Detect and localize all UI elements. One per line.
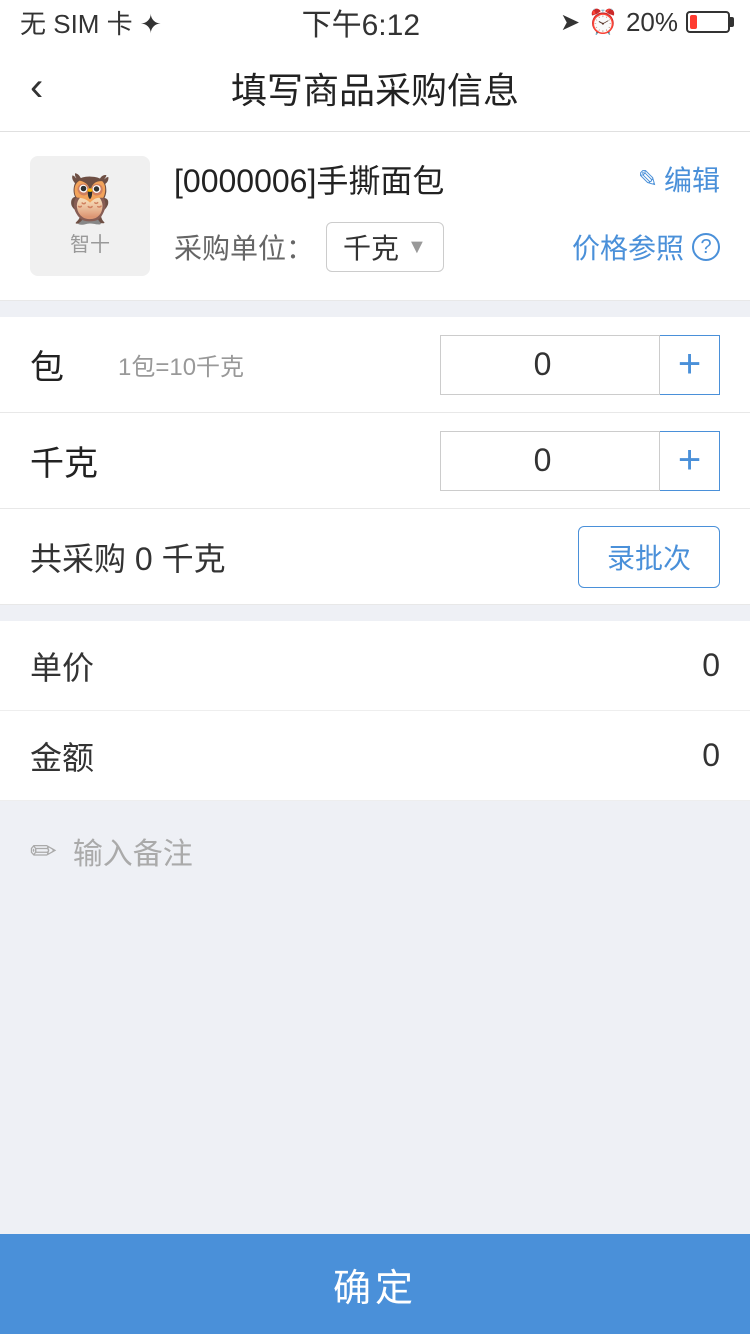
page-title: 填写商品采购信息 [231,62,519,114]
confirm-button[interactable]: 确定 [0,1234,750,1334]
bag-input-control: + [440,335,720,395]
notes-section[interactable]: ✏ 输入备注 [0,801,750,901]
product-card: 🦉 智十 [0000006]手撕面包 ✎ 编辑 采购单位： 千克 ▼ [0,132,750,301]
unit-label: 采购单位： [174,227,314,267]
edit-icon: ✎ [638,165,658,194]
section-divider-1 [0,301,750,317]
unit-price-label: 单价 [30,643,702,689]
notes-placeholder: 输入备注 [73,829,193,873]
unit-price-value: 0 [702,647,720,684]
status-right: ➤ ⏰ 20% [560,7,730,38]
bag-sublabel: 1包=10千克 [118,347,244,382]
page-wrapper: 无 SIM 卡 ✦ 下午6:12 ➤ ⏰ 20% ‹ 填写商品采购信息 🦉 智十… [0,0,750,1334]
kg-input-control: + [440,431,720,491]
status-time: 下午6:12 [302,0,420,44]
input-section: 包 1包=10千克 + 千克 + [0,317,750,509]
summary-row: 共采购 0 千克 录批次 [0,509,750,605]
bag-input-row: 包 1包=10千克 + [0,317,750,413]
product-info: [0000006]手撕面包 ✎ 编辑 采购单位： 千克 ▼ 价格参照 ? [174,156,720,272]
edit-button[interactable]: ✎ 编辑 [638,159,720,199]
pencil-icon: ✏ [30,832,57,870]
kg-label: 千克 [30,436,110,485]
empty-space [0,901,750,1234]
price-ref-button[interactable]: 价格参照 ? [572,227,720,267]
amount-label: 金额 [30,733,702,779]
unit-price-row: 单价 0 [0,621,750,711]
owl-icon: 🦉 [60,176,120,224]
unit-select[interactable]: 千克 ▼ [326,222,444,272]
kg-quantity-input[interactable] [440,431,660,491]
product-image: 🦉 智十 [30,156,150,276]
kg-input-row: 千克 + [0,413,750,509]
alarm-icon: ⏰ [588,8,618,37]
battery-icon [686,11,730,33]
info-icon: ? [692,233,720,261]
unit-row: 采购单位： 千克 ▼ 价格参照 ? [174,222,720,272]
summary-text: 共采购 0 千克 [30,534,578,580]
batch-button[interactable]: 录批次 [578,526,720,588]
battery-percent: 20% [626,7,678,38]
product-name: [0000006]手撕面包 [174,156,444,202]
amount-row: 金额 0 [0,711,750,801]
nav-bar: ‹ 填写商品采购信息 [0,44,750,132]
unit-value: 千克 [343,227,399,267]
info-section: 单价 0 金额 0 [0,621,750,801]
section-divider-2 [0,605,750,621]
status-left: 无 SIM 卡 ✦ [20,4,162,41]
price-ref-label: 价格参照 [572,227,684,267]
kg-plus-button[interactable]: + [660,431,720,491]
status-bar: 无 SIM 卡 ✦ 下午6:12 ➤ ⏰ 20% [0,0,750,44]
back-button[interactable]: ‹ [30,65,63,110]
product-name-row: [0000006]手撕面包 ✎ 编辑 [174,156,720,202]
amount-value: 0 [702,737,720,774]
bag-label: 包 [30,340,110,389]
sim-status: 无 SIM 卡 ✦ [20,4,162,41]
product-image-label: 智十 [70,228,110,257]
chevron-down-icon: ▼ [407,236,427,259]
bag-quantity-input[interactable] [440,335,660,395]
location-icon: ➤ [560,8,580,37]
bag-plus-button[interactable]: + [660,335,720,395]
